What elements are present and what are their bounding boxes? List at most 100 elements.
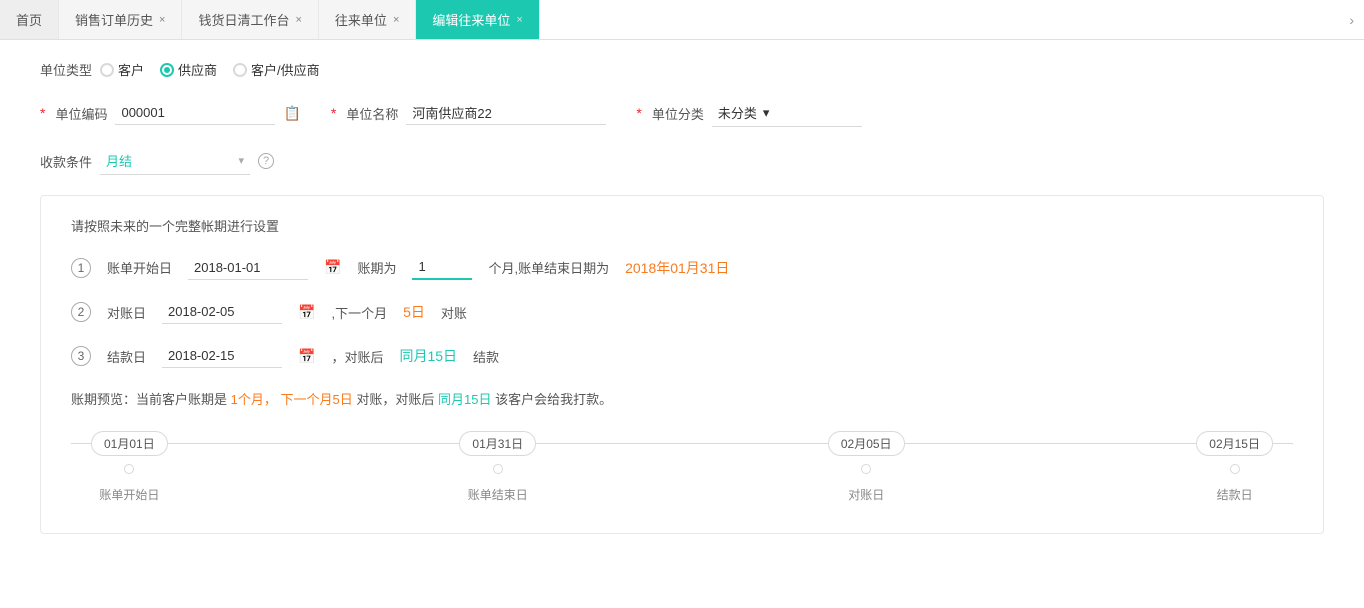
period-suffix-3-pre: ，对账后 [331, 347, 383, 366]
payment-terms-chevron-icon: ▾ [238, 154, 244, 167]
help-icon[interactable]: ? [258, 153, 274, 169]
payment-terms-label: 收款条件 [40, 152, 92, 171]
period-number-3: 3 [71, 346, 91, 366]
period-suffix-2-post: 对账 [441, 303, 467, 322]
timeline-badge-2: 01月31日 [459, 431, 536, 456]
required-star-name: * [331, 105, 336, 121]
tab-sales-order-history-label: 销售订单历史 [75, 10, 153, 29]
calendar-icon-2[interactable]: 📅 [298, 304, 315, 321]
radio-customer-label: 客户 [118, 60, 144, 79]
period-suffix-3-post: 结款 [473, 347, 499, 366]
unit-type-label: 单位类型 [40, 60, 92, 79]
period-reconcile-date-input[interactable] [162, 300, 282, 324]
unit-category-value: 未分类 [718, 103, 757, 122]
preview-payment: 同月15日 [438, 392, 491, 407]
period-row-3: 3 结款日 📅 ，对账后 同月15日 结款 [71, 344, 1293, 368]
close-icon-partner[interactable]: × [393, 14, 399, 26]
timeline-badge-4: 02月15日 [1196, 431, 1273, 456]
timeline-node-3: 02月05日 对账日 [828, 431, 905, 503]
payment-terms-row: 收款条件 月结 ▾ ? [40, 147, 1324, 175]
preview-reconcile-pre: 下一个月5日 [281, 392, 353, 407]
tab-sales-order-history[interactable]: 销售订单历史 × [59, 0, 182, 39]
radio-customer-supplier-label: 客户/供应商 [251, 60, 320, 79]
tab-edit-partner-unit[interactable]: 编辑往来单位 × [416, 0, 539, 39]
radio-circle-customer-supplier [233, 63, 247, 77]
period-label-3: 结款日 [107, 347, 146, 366]
category-chevron-icon: ▾ [763, 105, 770, 121]
close-icon-edit[interactable]: × [516, 14, 522, 26]
unit-category-select[interactable]: 未分类 ▾ [712, 99, 862, 127]
required-star-code: * [40, 105, 45, 121]
period-number-2: 2 [71, 302, 91, 322]
timeline-node-4: 02月15日 结款日 [1196, 431, 1273, 503]
preview-text: 账期预览：当前客户账期是 1个月， 下一个月5日 对账，对账后 同月15日 该客… [71, 388, 1293, 411]
calendar-icon-3[interactable]: 📅 [298, 348, 315, 365]
unit-name-group: * 单位名称 [331, 101, 606, 125]
period-payment-date-input[interactable] [162, 344, 282, 368]
calendar-icon-1[interactable]: 📅 [324, 259, 341, 276]
tab-edit-partner-label: 编辑往来单位 [432, 10, 510, 29]
unit-name-label: 单位名称 [346, 104, 398, 123]
unit-code-label: 单位编码 [55, 104, 107, 123]
timeline-dot-3 [861, 464, 871, 474]
payment-terms-value: 月结 [106, 151, 132, 170]
timeline-dot-4 [1230, 464, 1240, 474]
radio-supplier[interactable]: 供应商 [160, 60, 217, 79]
timeline-label-2: 账单结束日 [468, 486, 528, 503]
radio-customer-supplier[interactable]: 客户/供应商 [233, 60, 320, 79]
unit-category-label: 单位分类 [652, 104, 704, 123]
period-months-input[interactable] [412, 255, 472, 280]
tab-partner-units[interactable]: 往来单位 × [319, 0, 416, 39]
preview-end: 该客户会给我打款。 [495, 392, 612, 407]
period-number-1: 1 [71, 258, 91, 278]
preview-reconcile-post: 对账，对账后 [356, 392, 434, 407]
timeline-label-1: 账单开始日 [99, 486, 159, 503]
payment-terms-group: 收款条件 月结 ▾ ? [40, 147, 274, 175]
unit-category-group: * 单位分类 未分类 ▾ [636, 99, 861, 127]
period-suffix-pre-1: 账期为 [357, 258, 396, 277]
period-label-1: 账单开始日 [107, 258, 172, 277]
period-start-date-input[interactable] [188, 256, 308, 280]
unit-name-input[interactable] [406, 101, 606, 125]
timeline-dot-1 [124, 464, 134, 474]
timeline-label-4: 结款日 [1217, 486, 1253, 503]
tab-more-arrow[interactable]: › [1339, 0, 1364, 39]
unit-code-input[interactable] [115, 101, 275, 125]
close-icon-cash[interactable]: × [295, 14, 301, 26]
radio-circle-customer [100, 63, 114, 77]
tab-cash-goods-workbench[interactable]: 钱货日清工作台 × [182, 0, 318, 39]
timeline-badge-1: 01月01日 [91, 431, 168, 456]
main-content: 单位类型 客户 供应商 客户/供应商 * 单位编码 [0, 40, 1364, 608]
tab-partner-units-label: 往来单位 [335, 10, 387, 29]
radio-circle-supplier [160, 63, 174, 77]
timeline-node-2: 01月31日 账单结束日 [459, 431, 536, 503]
copy-icon[interactable]: 📋 [283, 105, 300, 122]
tab-home[interactable]: 首页 [0, 0, 59, 39]
period-end-date-1: 2018年01月31日 [625, 258, 729, 278]
preview-label: 账期预览：当前客户账期是 [71, 392, 227, 407]
period-suffix-2-highlight: 5日 [403, 302, 425, 322]
radio-customer[interactable]: 客户 [100, 60, 144, 79]
period-row-1: 1 账单开始日 📅 账期为 个月,账单结束日期为 2018年01月31日 [71, 255, 1293, 280]
timeline-nodes: 01月01日 账单开始日 01月31日 账单结束日 02月05日 对账日 [91, 431, 1273, 503]
period-suffix-2-pre: ,下一个月 [331, 303, 387, 322]
timeline-label-3: 对账日 [848, 486, 884, 503]
arrow-right-icon: › [1349, 12, 1354, 28]
tab-home-label: 首页 [16, 10, 42, 29]
period-label-2: 对账日 [107, 303, 146, 322]
timeline-node-1: 01月01日 账单开始日 [91, 431, 168, 503]
radio-supplier-label: 供应商 [178, 60, 217, 79]
period-settings-box: 请按照未来的一个完整帐期进行设置 1 账单开始日 📅 账期为 个月,账单结束日期… [40, 195, 1324, 534]
unit-type-group: 单位类型 客户 供应商 客户/供应商 [40, 60, 320, 79]
tab-cash-goods-label: 钱货日清工作台 [198, 10, 289, 29]
timeline-badge-3: 02月05日 [828, 431, 905, 456]
period-title: 请按照未来的一个完整帐期进行设置 [71, 216, 1293, 235]
payment-terms-select[interactable]: 月结 ▾ [100, 147, 250, 175]
unit-type-row: 单位类型 客户 供应商 客户/供应商 [40, 60, 1324, 79]
timeline-dot-2 [493, 464, 503, 474]
timeline-wrapper: 01月01日 账单开始日 01月31日 账单结束日 02月05日 对账日 [71, 431, 1293, 503]
unit-info-row: * 单位编码 📋 * 单位名称 * 单位分类 未分类 ▾ [40, 99, 1324, 127]
close-icon-sales[interactable]: × [159, 14, 165, 26]
preview-months: 1个月， [231, 392, 277, 407]
tab-bar: 首页 销售订单历史 × 钱货日清工作台 × 往来单位 × 编辑往来单位 × › [0, 0, 1364, 40]
